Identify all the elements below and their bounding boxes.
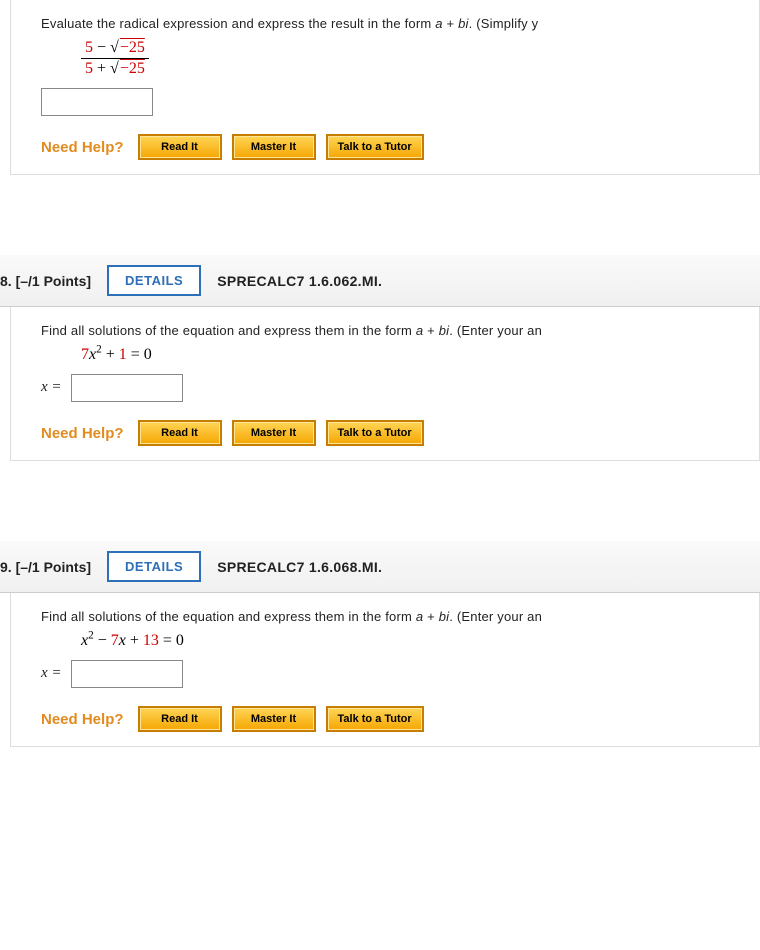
- q7-answer-row: [41, 88, 741, 116]
- question-8-body: Find all solutions of the equation and e…: [10, 307, 760, 461]
- q9-plus: +: [423, 609, 438, 624]
- master-it-button[interactable]: Master It: [232, 134, 316, 160]
- details-button[interactable]: DETAILS: [107, 551, 201, 582]
- need-help-label: Need Help?: [41, 425, 124, 442]
- q9-eq: =: [159, 632, 176, 649]
- q8-eq: =: [127, 346, 144, 363]
- q8-one: 1: [119, 346, 127, 363]
- question-7-body: Evaluate the radical expression and expr…: [10, 0, 760, 175]
- sqrt-icon: √: [110, 39, 119, 56]
- q9-x: x: [119, 632, 126, 649]
- q7-prompt: Evaluate the radical expression and expr…: [41, 16, 741, 31]
- q8-prompt: Find all solutions of the equation and e…: [41, 323, 741, 338]
- read-it-button[interactable]: Read It: [138, 134, 222, 160]
- q8-prompt-text: Find all solutions of the equation and e…: [41, 323, 416, 338]
- q9-equation: x2 − 7x + 13 = 0: [81, 632, 741, 650]
- q8-plus: +: [423, 323, 438, 338]
- q7-bi: bi: [458, 16, 469, 31]
- q9-answer-input[interactable]: [71, 660, 183, 688]
- q8-bi: bi: [439, 323, 450, 338]
- q9-zero: 0: [176, 632, 184, 649]
- q8-zero: 0: [144, 346, 152, 363]
- need-help-label: Need Help?: [41, 711, 124, 728]
- q8-plus2: +: [102, 346, 119, 363]
- q9-reference: SPRECALC7 1.6.068.MI.: [217, 559, 382, 575]
- q7-den-5: 5: [85, 60, 93, 77]
- q8-points: 8. [–/1 Points]: [0, 273, 91, 289]
- q9-prompt-tail: . (Enter your an: [449, 609, 542, 624]
- master-it-button[interactable]: Master It: [232, 706, 316, 732]
- read-it-button[interactable]: Read It: [138, 706, 222, 732]
- q9-prompt-text: Find all solutions of the equation and e…: [41, 609, 416, 624]
- q9-points: 9. [–/1 Points]: [0, 559, 91, 575]
- question-9-header: 9. [–/1 Points] DETAILS SPRECALC7 1.6.06…: [0, 541, 760, 593]
- q9-seven: 7: [111, 632, 119, 649]
- question-8-header: 8. [–/1 Points] DETAILS SPRECALC7 1.6.06…: [0, 255, 760, 307]
- q7-answer-input[interactable]: [41, 88, 153, 116]
- q7-num-minus: −: [93, 39, 110, 56]
- q8-prompt-tail: . (Enter your an: [449, 323, 542, 338]
- q7-den-rad: −25: [119, 60, 145, 77]
- q9-prompt: Find all solutions of the equation and e…: [41, 609, 741, 624]
- q9-13: 13: [143, 632, 159, 649]
- talk-to-tutor-button[interactable]: Talk to a Tutor: [326, 706, 424, 732]
- q8-equation: 7x2 + 1 = 0: [81, 346, 741, 364]
- q9-need-help: Need Help? Read It Master It Talk to a T…: [41, 706, 741, 732]
- sqrt-icon: √: [110, 60, 119, 77]
- question-9-body: Find all solutions of the equation and e…: [10, 593, 760, 747]
- read-it-button[interactable]: Read It: [138, 420, 222, 446]
- q9-plus2: +: [126, 632, 143, 649]
- q7-need-help: Need Help? Read It Master It Talk to a T…: [41, 134, 741, 160]
- need-help-label: Need Help?: [41, 139, 124, 156]
- q8-answer-row: x =: [41, 374, 741, 402]
- q8-coef: 7: [81, 346, 89, 363]
- master-it-button[interactable]: Master It: [232, 420, 316, 446]
- q7-prompt-tail: . (Simplify y: [469, 16, 539, 31]
- q8-x-label: x =: [41, 379, 62, 395]
- q9-minus: −: [94, 632, 111, 649]
- details-button[interactable]: DETAILS: [107, 265, 201, 296]
- talk-to-tutor-button[interactable]: Talk to a Tutor: [326, 420, 424, 446]
- q8-need-help: Need Help? Read It Master It Talk to a T…: [41, 420, 741, 446]
- q7-num-5: 5: [85, 39, 93, 56]
- q9-answer-row: x =: [41, 660, 741, 688]
- talk-to-tutor-button[interactable]: Talk to a Tutor: [326, 134, 424, 160]
- q7-num-rad: −25: [119, 39, 145, 56]
- q9-x-label: x =: [41, 665, 62, 681]
- q7-prompt-text: Evaluate the radical expression and expr…: [41, 16, 435, 31]
- q8-answer-input[interactable]: [71, 374, 183, 402]
- q7-plus: +: [443, 16, 458, 31]
- q7-den-plus: +: [93, 60, 110, 77]
- q7-expression: 5 − √−25 5 + √−25: [81, 39, 741, 78]
- q9-bi: bi: [439, 609, 450, 624]
- q8-reference: SPRECALC7 1.6.062.MI.: [217, 273, 382, 289]
- q7-a: a: [435, 16, 442, 31]
